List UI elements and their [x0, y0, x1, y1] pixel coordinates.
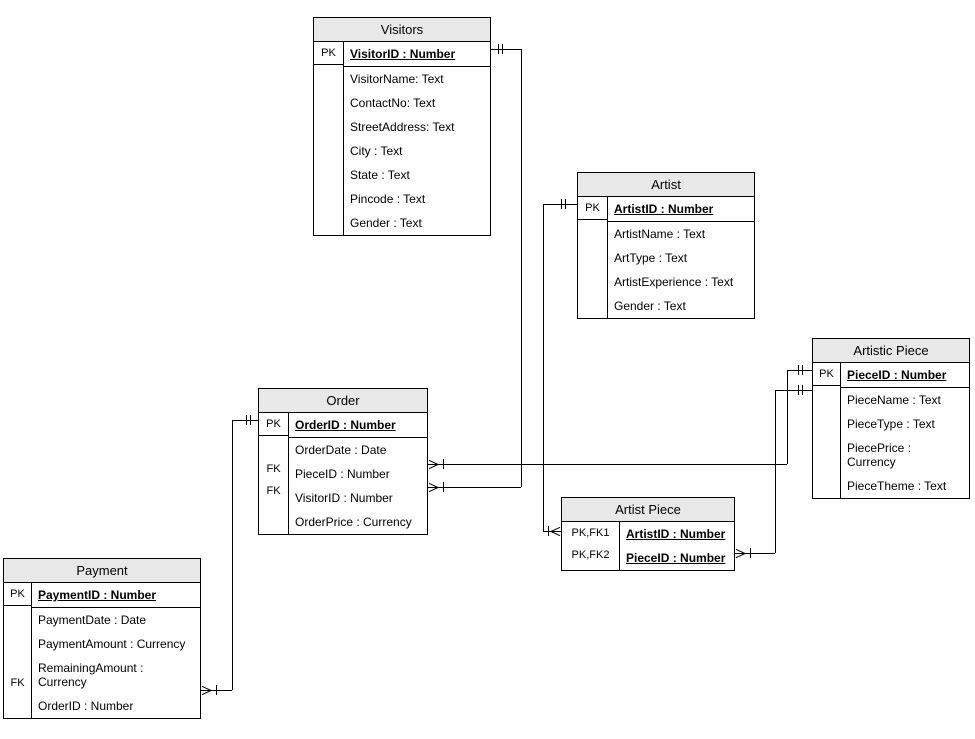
attr: OrderPrice : Currency [289, 510, 427, 534]
attr: VisitorID : Number [344, 42, 490, 67]
rel-line [775, 390, 776, 553]
attr: ArtistExperience : Text [608, 270, 754, 294]
cardinality-one-icon [798, 365, 799, 375]
cardinality-one-icon [561, 199, 562, 209]
attr: OrderID : Number [32, 694, 200, 718]
entity-payment: Payment PK FK PaymentID : Number Payment… [3, 558, 201, 719]
attr: StreetAddress: Text [344, 115, 490, 139]
key-label [259, 436, 288, 458]
key-label: PK,FK2 [562, 544, 619, 566]
entity-order: Order PK FK FK OrderID : Number OrderDat… [258, 388, 428, 535]
attr: VisitorID : Number [289, 486, 427, 510]
key-label: PK [578, 197, 607, 220]
attr: PieceName : Text [841, 388, 969, 412]
cardinality-one-icon [498, 44, 499, 54]
entity-artist: Artist PK ArtistID : Number ArtistName :… [577, 172, 755, 319]
entity-title: Payment [4, 559, 200, 583]
key-label: PK [259, 413, 288, 436]
attr: RemainingAmount : Currency [32, 656, 200, 694]
rel-line [428, 487, 521, 488]
entity-artist-piece: Artist Piece PK,FK1 PK,FK2 ArtistID : Nu… [561, 497, 735, 571]
cardinality-tick [443, 459, 444, 469]
cardinality-tick [443, 482, 444, 492]
attr: ArtistID : Number [620, 522, 734, 546]
attr: PieceID : Number [289, 462, 427, 486]
attr: VisitorName: Text [344, 67, 490, 91]
attr: OrderID : Number [289, 413, 427, 438]
cardinality-tick [216, 685, 217, 695]
cardinality-tick [750, 548, 751, 558]
attr: PieceID : Number [620, 546, 734, 570]
key-label: FK [259, 480, 288, 502]
attr: PaymentAmount : Currency [32, 632, 200, 656]
attr: PieceType : Text [841, 412, 969, 436]
attr: PiecePrice : Currency [841, 436, 969, 474]
key-label: PK [813, 363, 840, 386]
attr: Gender : Text [608, 294, 754, 318]
attr: PaymentDate : Date [32, 608, 200, 632]
key-label: PK [314, 42, 343, 65]
attr: State : Text [344, 163, 490, 187]
rel-artisticpiece-order [787, 370, 812, 371]
rel-artist-artistpiece [543, 204, 577, 205]
attr: Gender : Text [344, 211, 490, 235]
attr: PieceTheme : Text [841, 474, 969, 498]
attr: Pincode : Text [344, 187, 490, 211]
rel-line [428, 464, 787, 465]
cardinality-many-icon [735, 548, 745, 558]
cardinality-one-icon [246, 415, 247, 425]
entity-title: Visitors [314, 18, 490, 42]
key-label: PK [4, 583, 31, 606]
attr: OrderDate : Date [289, 438, 427, 462]
entity-artistic-piece: Artistic Piece PK PieceID : Number Piece… [812, 338, 970, 499]
rel-artisticpiece-artistpiece [775, 390, 812, 391]
rel-visitors-order [491, 49, 521, 50]
attr: ContactNo: Text [344, 91, 490, 115]
entity-title: Order [259, 389, 427, 413]
cardinality-one-icon [798, 385, 799, 395]
rel-line [232, 420, 233, 690]
cardinality-many-icon [551, 526, 561, 536]
cardinality-many-icon [428, 459, 438, 469]
attr: ArtistName : Text [608, 222, 754, 246]
key-label: PK,FK1 [562, 522, 619, 544]
attr: ArtType : Text [608, 246, 754, 270]
entity-title: Artist [578, 173, 754, 197]
key-label: FK [259, 458, 288, 480]
key-label: FK [4, 672, 31, 694]
rel-order-payment [232, 420, 258, 421]
attr: PaymentID : Number [32, 583, 200, 608]
cardinality-many-icon [428, 482, 438, 492]
rel-line [543, 204, 544, 531]
attr: PieceID : Number [841, 363, 969, 388]
rel-line [787, 370, 788, 464]
attr: ArtistID : Number [608, 197, 754, 222]
entity-visitors: Visitors PK VisitorID : Number VisitorNa… [313, 17, 491, 236]
attr: City : Text [344, 139, 490, 163]
rel-line [521, 49, 522, 487]
cardinality-tick [548, 526, 549, 536]
cardinality-many-icon [201, 685, 211, 695]
entity-title: Artistic Piece [813, 339, 969, 363]
entity-title: Artist Piece [562, 498, 734, 522]
